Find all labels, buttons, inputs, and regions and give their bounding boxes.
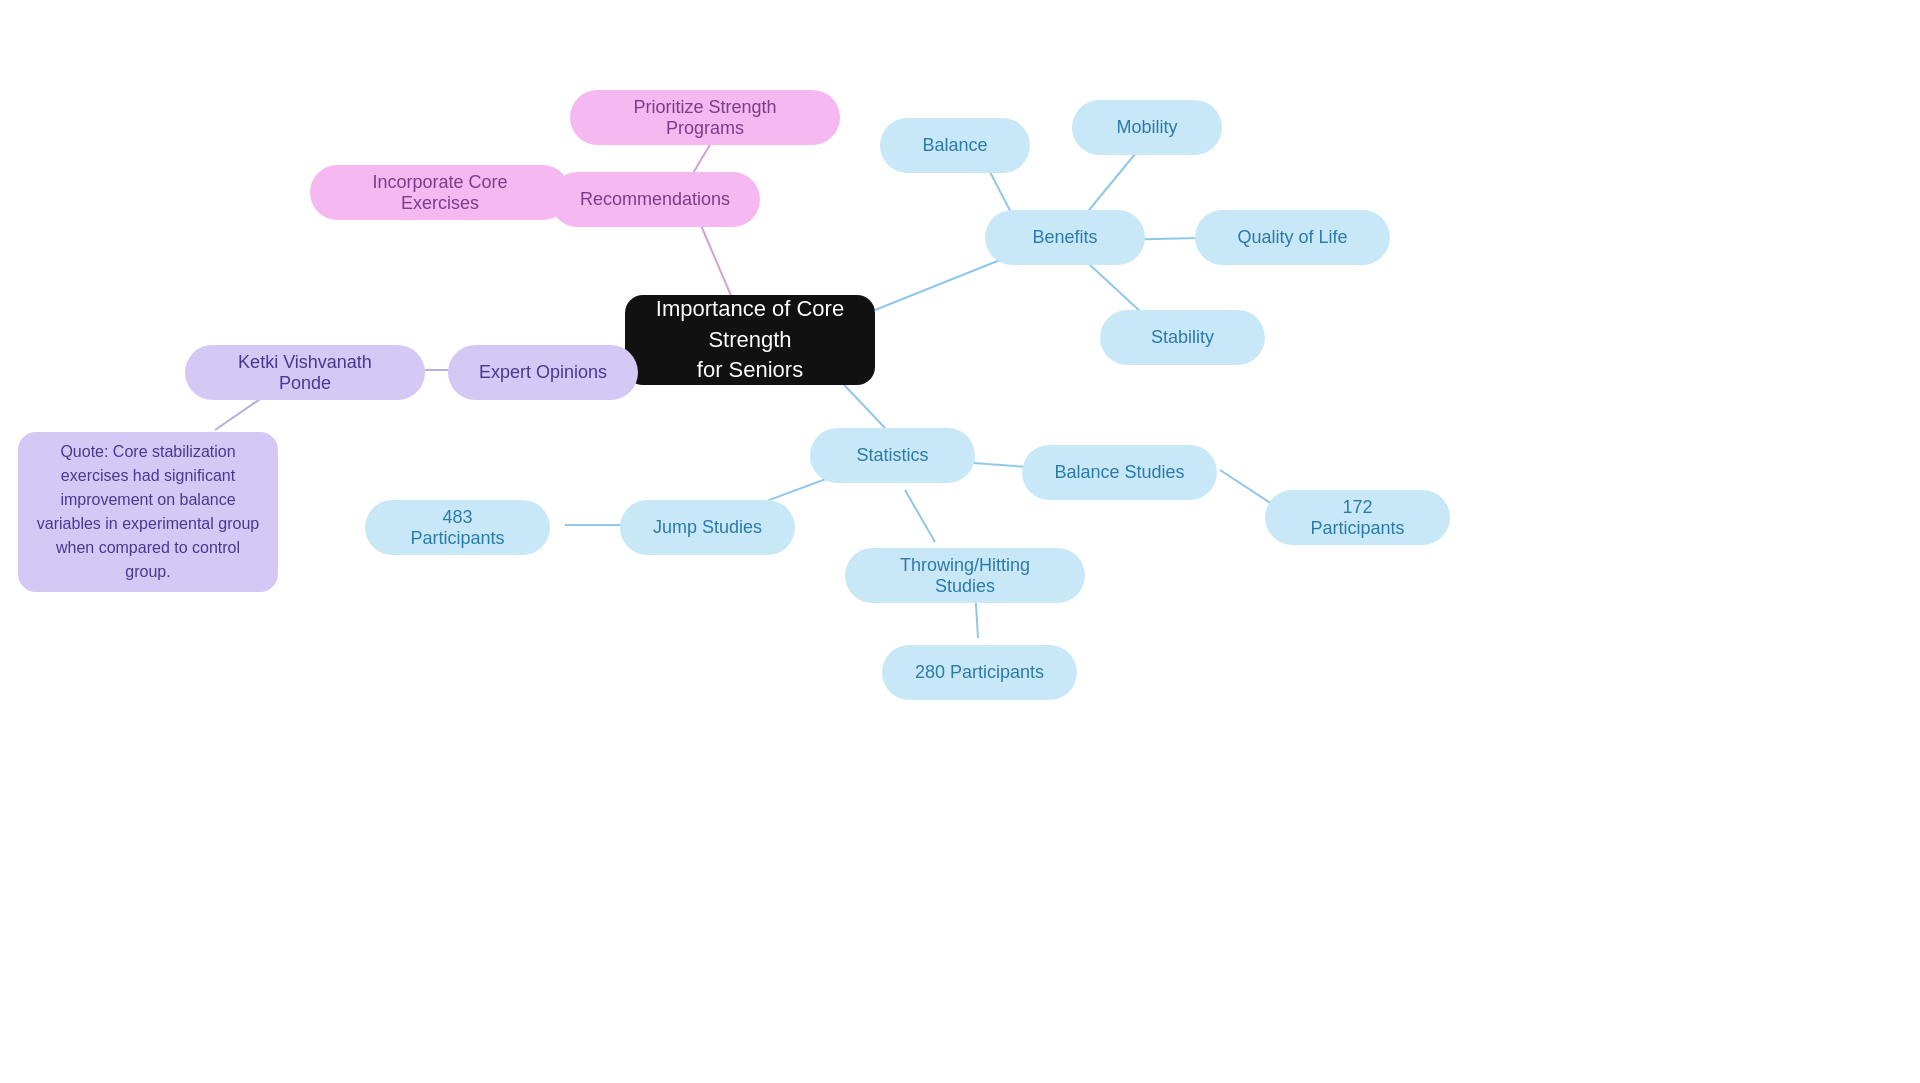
benefits-label: Benefits: [1032, 227, 1097, 248]
quote-label: Quote: Core stabilization exercises had …: [36, 440, 260, 584]
balance-node: Balance: [880, 118, 1030, 173]
participants172-node: 172 Participants: [1265, 490, 1450, 545]
incorporate-label: Incorporate Core Exercises: [338, 172, 542, 214]
statistics-node: Statistics: [810, 428, 975, 483]
balancestudies-node: Balance Studies: [1022, 445, 1217, 500]
stability-node: Stability: [1100, 310, 1265, 365]
jumpstudies-label: Jump Studies: [653, 517, 762, 538]
svg-line-16: [905, 490, 935, 542]
benefits-node: Benefits: [985, 210, 1145, 265]
mobility-node: Mobility: [1072, 100, 1222, 155]
jumpstudies-node: Jump Studies: [620, 500, 795, 555]
svg-line-8: [1085, 148, 1140, 215]
stability-label: Stability: [1151, 327, 1214, 348]
incorporate-node: Incorporate Core Exercises: [310, 165, 570, 220]
qualityoflife-node: Quality of Life: [1195, 210, 1390, 265]
ketki-label: Ketki Vishvanath Ponde: [213, 352, 397, 394]
mobility-label: Mobility: [1116, 117, 1177, 138]
prioritize-node: Prioritize Strength Programs: [570, 90, 840, 145]
participants280-label: 280 Participants: [915, 662, 1044, 683]
balance-label: Balance: [922, 135, 987, 156]
statistics-label: Statistics: [856, 445, 928, 466]
center-node: Importance of Core Strength for Seniors: [625, 295, 875, 385]
ketki-node: Ketki Vishvanath Ponde: [185, 345, 425, 400]
prioritize-label: Prioritize Strength Programs: [598, 97, 812, 139]
expert-label: Expert Opinions: [479, 362, 607, 383]
recommendations-node: Recommendations: [550, 172, 760, 227]
svg-line-6: [875, 260, 1000, 310]
expert-node: Expert Opinions: [448, 345, 638, 400]
participants280-node: 280 Participants: [882, 645, 1077, 700]
throwinghitting-node: Throwing/Hitting Studies: [845, 548, 1085, 603]
participants483-label: 483 Participants: [393, 507, 522, 549]
center-label: Importance of Core Strength for Seniors: [625, 294, 875, 386]
recommendations-label: Recommendations: [580, 189, 730, 210]
balancestudies-label: Balance Studies: [1054, 462, 1184, 483]
participants483-node: 483 Participants: [365, 500, 550, 555]
qualityoflife-label: Quality of Life: [1237, 227, 1347, 248]
quote-node: Quote: Core stabilization exercises had …: [18, 432, 278, 592]
participants172-label: 172 Participants: [1293, 497, 1422, 539]
throwinghitting-label: Throwing/Hitting Studies: [873, 555, 1057, 597]
